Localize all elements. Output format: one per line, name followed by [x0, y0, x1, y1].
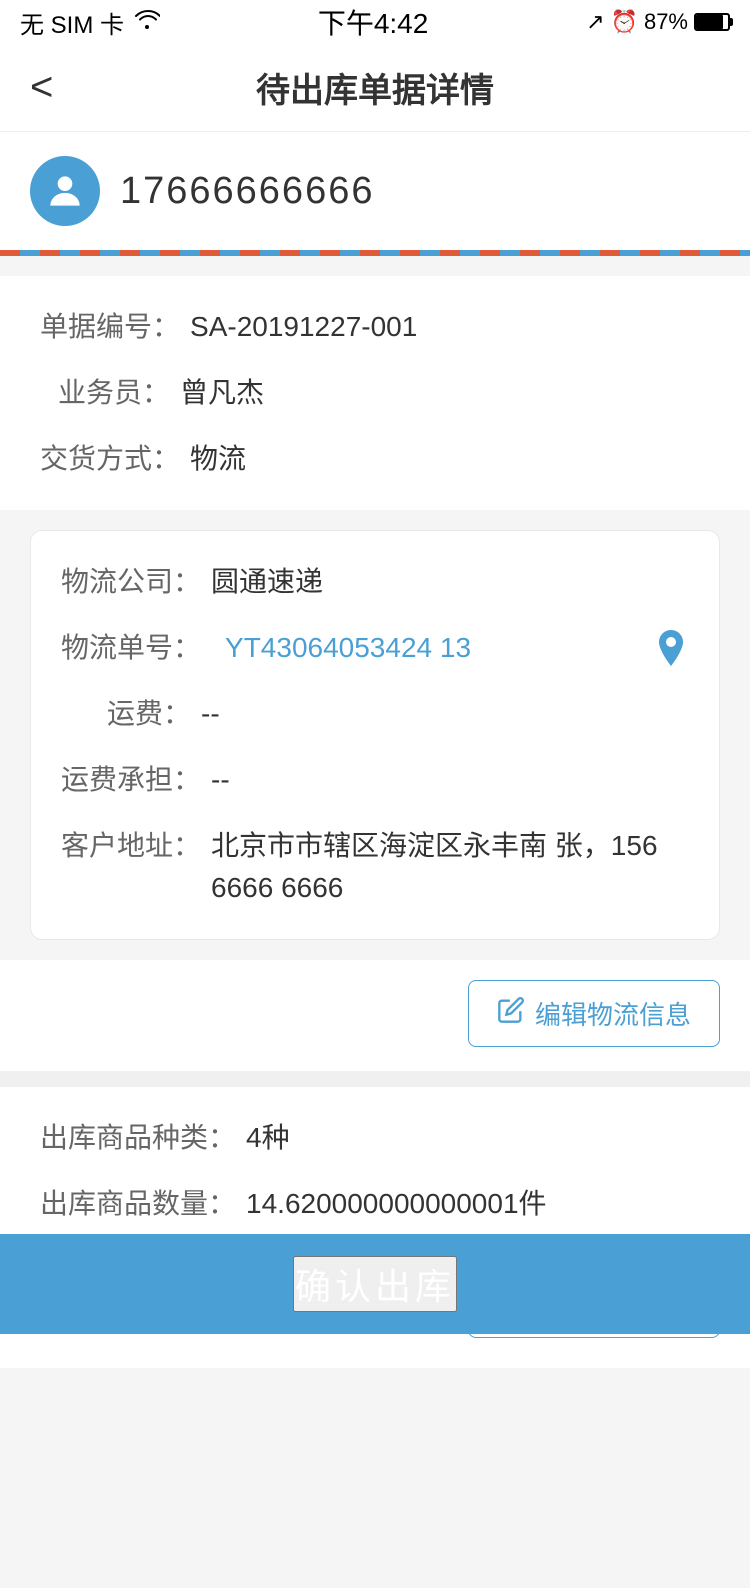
agent-row: 业务员： 曾凡杰	[40, 372, 710, 414]
logistics-company-label: 物流公司：	[61, 561, 211, 603]
freight-bearer-row: 运费承担： --	[61, 759, 689, 801]
order-num-row: 单据编号： SA-20191227-001	[40, 306, 710, 348]
battery-text: 87%	[644, 9, 688, 35]
freight-bearer-label: 运费承担：	[61, 759, 211, 801]
page-title: 待出库单据详情	[256, 63, 494, 112]
bottom-area	[0, 1368, 750, 1588]
edit-logistics-label: 编辑物流信息	[535, 995, 691, 1032]
product-quantity-value: 14.620000000000001件	[246, 1183, 710, 1225]
status-left: 无 SIM 卡	[20, 5, 160, 40]
nav-bar: < 待出库单据详情	[0, 44, 750, 132]
edit-logistics-row: 编辑物流信息	[0, 960, 750, 1071]
confirm-btn-container: 确认出库	[0, 1234, 750, 1334]
address-label: 客户地址：	[61, 825, 211, 867]
product-type-row: 出库商品种类： 4种	[40, 1117, 710, 1159]
edit-icon	[497, 996, 525, 1031]
product-quantity-label: 出库商品数量：	[40, 1183, 246, 1225]
location-arrow-icon: ↗	[586, 9, 604, 35]
status-bar: 无 SIM 卡 下午4:42 ↗ ⏰ 87%	[0, 0, 750, 44]
address-row: 客户地址： 北京市市辖区海淀区永丰南 张，156 6666 6666	[61, 825, 689, 909]
status-right: ↗ ⏰ 87%	[586, 9, 730, 35]
product-type-label: 出库商品种类：	[40, 1117, 246, 1159]
freight-row: 运费： --	[61, 693, 689, 735]
order-num-value: SA-20191227-001	[190, 306, 710, 348]
logistics-tracking-row: 物流单号： YT43064053424 13	[61, 627, 689, 669]
wifi-icon	[134, 8, 160, 36]
confirm-outbound-button[interactable]: 确认出库	[293, 1256, 457, 1312]
dashed-divider	[0, 250, 750, 256]
address-value: 北京市市辖区海淀区永丰南 张，156 6666 6666	[211, 825, 689, 909]
battery-icon	[694, 13, 730, 31]
delivery-row: 交货方式： 物流	[40, 438, 710, 480]
carrier-text: 无 SIM 卡	[20, 5, 124, 40]
freight-bearer-value: --	[211, 759, 689, 801]
order-num-label: 单据编号：	[40, 306, 190, 348]
logistics-company-value: 圆通速递	[211, 561, 689, 603]
agent-value: 曾凡杰	[180, 372, 710, 414]
customer-header: 17666666666	[0, 132, 750, 250]
logistics-tracking-label: 物流单号：	[61, 627, 211, 669]
delivery-value: 物流	[190, 438, 710, 480]
alarm-icon: ⏰	[611, 9, 638, 35]
delivery-label: 交货方式：	[40, 438, 190, 480]
order-info-section: 单据编号： SA-20191227-001 业务员： 曾凡杰 交货方式： 物流	[0, 276, 750, 510]
customer-phone: 17666666666	[120, 170, 374, 213]
stats-section: 出库商品种类： 4种 出库商品数量： 14.620000000000001件	[0, 1087, 750, 1255]
logistics-company-row: 物流公司： 圆通速递	[61, 561, 689, 603]
avatar	[30, 156, 100, 226]
freight-label: 运费：	[61, 693, 201, 735]
logistics-tracking-value: YT43064053424 13	[225, 627, 639, 669]
map-pin-icon[interactable]	[653, 630, 689, 666]
logistics-card: 物流公司： 圆通速递 物流单号： YT43064053424 13 运费： --…	[30, 530, 720, 940]
back-button[interactable]: <	[30, 65, 73, 110]
status-time: 下午4:42	[318, 2, 429, 42]
product-quantity-row: 出库商品数量： 14.620000000000001件	[40, 1183, 710, 1225]
back-icon: <	[30, 65, 53, 109]
freight-value: --	[201, 693, 689, 735]
edit-logistics-button[interactable]: 编辑物流信息	[468, 980, 720, 1047]
agent-label: 业务员：	[40, 372, 180, 414]
section-divider	[0, 1071, 750, 1087]
user-icon	[43, 169, 87, 213]
product-type-value: 4种	[246, 1117, 710, 1159]
